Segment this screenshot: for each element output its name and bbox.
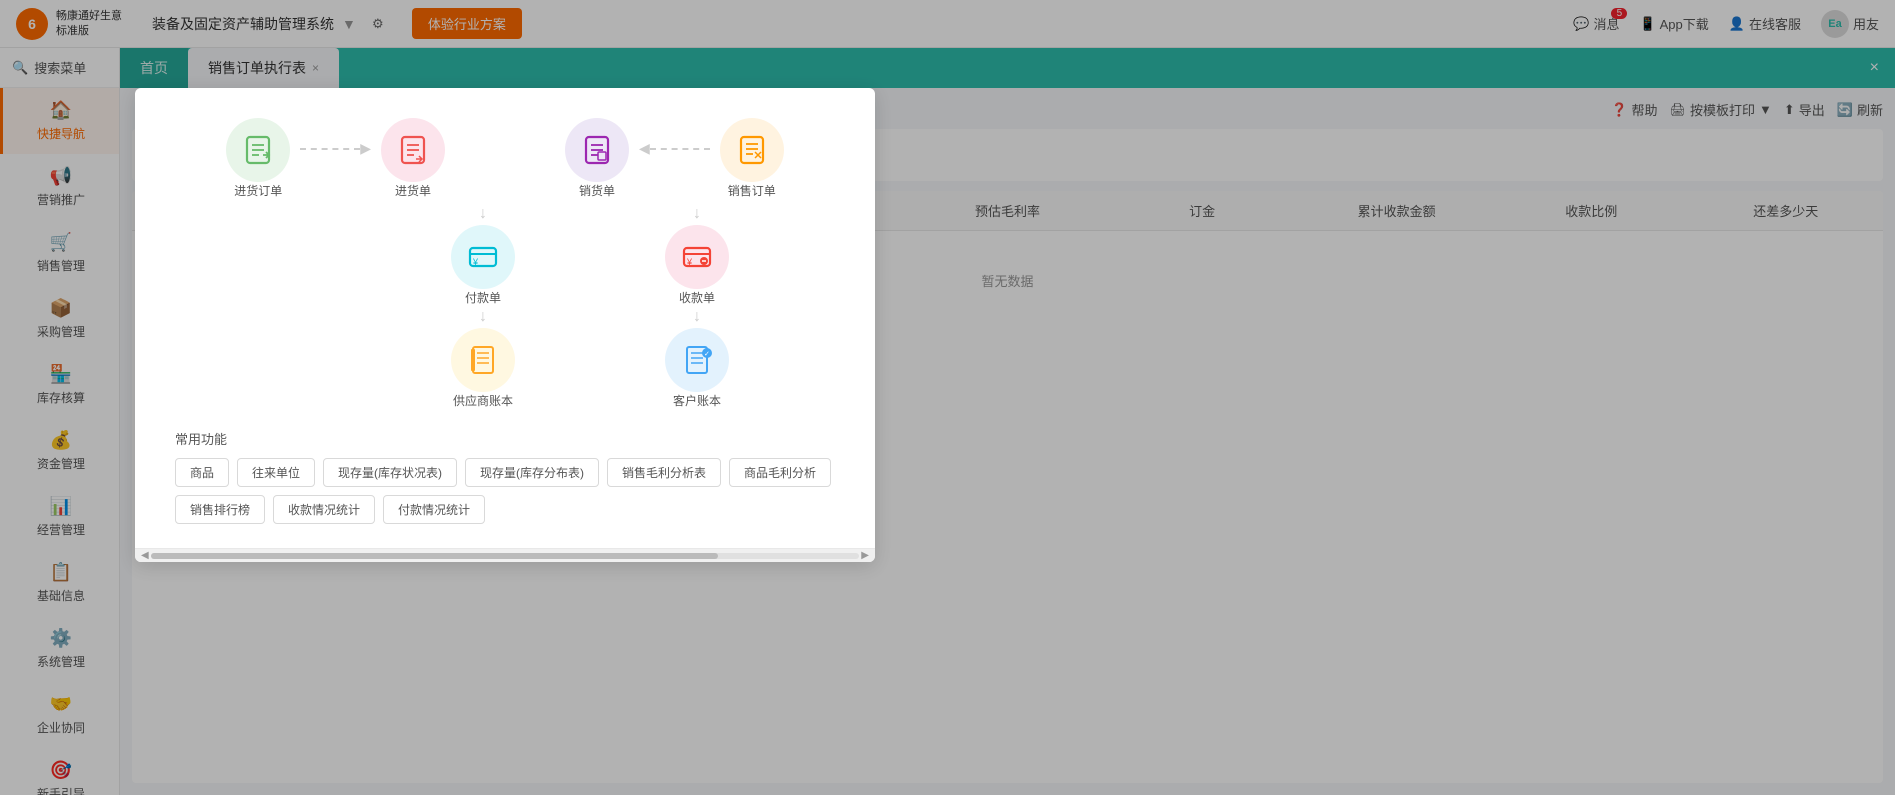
common-btn-payment-stats[interactable]: 付款情况统计 [383,495,485,524]
node-sales-bill: 销货单 [565,118,629,199]
scrollbar-track[interactable] [151,553,860,559]
common-btn-receipt-stats[interactable]: 收款情况统计 [273,495,375,524]
node-sales-order: 销售订单 [720,118,784,199]
common-btns-row2: 销售排行榜 收款情况统计 付款情况统计 [175,495,835,524]
svg-text:¥: ¥ [472,257,479,267]
common-btn-stock-status[interactable]: 现存量(库存状况表) [323,458,457,487]
node-payment: ¥ 付款单 [451,225,515,306]
common-btns-row1: 商品 往来单位 现存量(库存状况表) 现存量(库存分布表) 销售毛利分析表 商品… [175,458,835,487]
node-purchase-order: 进货订单 [226,118,290,199]
common-btn-stock-dist[interactable]: 现存量(库存分布表) [465,458,599,487]
node-purchase-bill: 进货单 [381,118,445,199]
common-btn-sales-rank[interactable]: 销售排行榜 [175,495,265,524]
common-title: 常用功能 [175,429,835,448]
common-btn-partner[interactable]: 往来单位 [237,458,315,487]
scrollbar-thumb [151,553,718,559]
arrow-down-receipt: ↓ [693,308,701,326]
arrow-down-sales: ↓ [693,205,701,223]
common-btn-sales-profit[interactable]: 销售毛利分析表 [607,458,721,487]
arrow-down-purchase: ↓ [479,205,487,223]
scrollbar-left-arrow[interactable]: ◀ [139,550,151,561]
common-btn-product-profit[interactable]: 商品毛利分析 [729,458,831,487]
arrow-down-payment: ↓ [479,308,487,326]
modal-overlay[interactable]: 进货订单 ▶ 进货单 [0,0,1895,795]
svg-text:✓: ✓ [704,351,710,358]
flow-section: 进货订单 ▶ 进货单 [135,88,875,429]
node-receipt: ¥ 收款单 [665,225,729,306]
scrollbar-right-arrow[interactable]: ▶ [859,550,871,561]
common-section: 常用功能 商品 往来单位 现存量(库存状况表) 现存量(库存分布表) 销售毛利分… [135,429,875,548]
modal-scrollbar[interactable]: ◀ ▶ [135,548,875,562]
node-customer-ledger: ✓ 客户账本 [665,328,729,409]
node-supplier-ledger: 供应商账本 [451,328,515,409]
common-btn-product[interactable]: 商品 [175,458,229,487]
svg-text:¥: ¥ [686,257,693,267]
flow-modal: 进货订单 ▶ 进货单 [135,88,875,562]
